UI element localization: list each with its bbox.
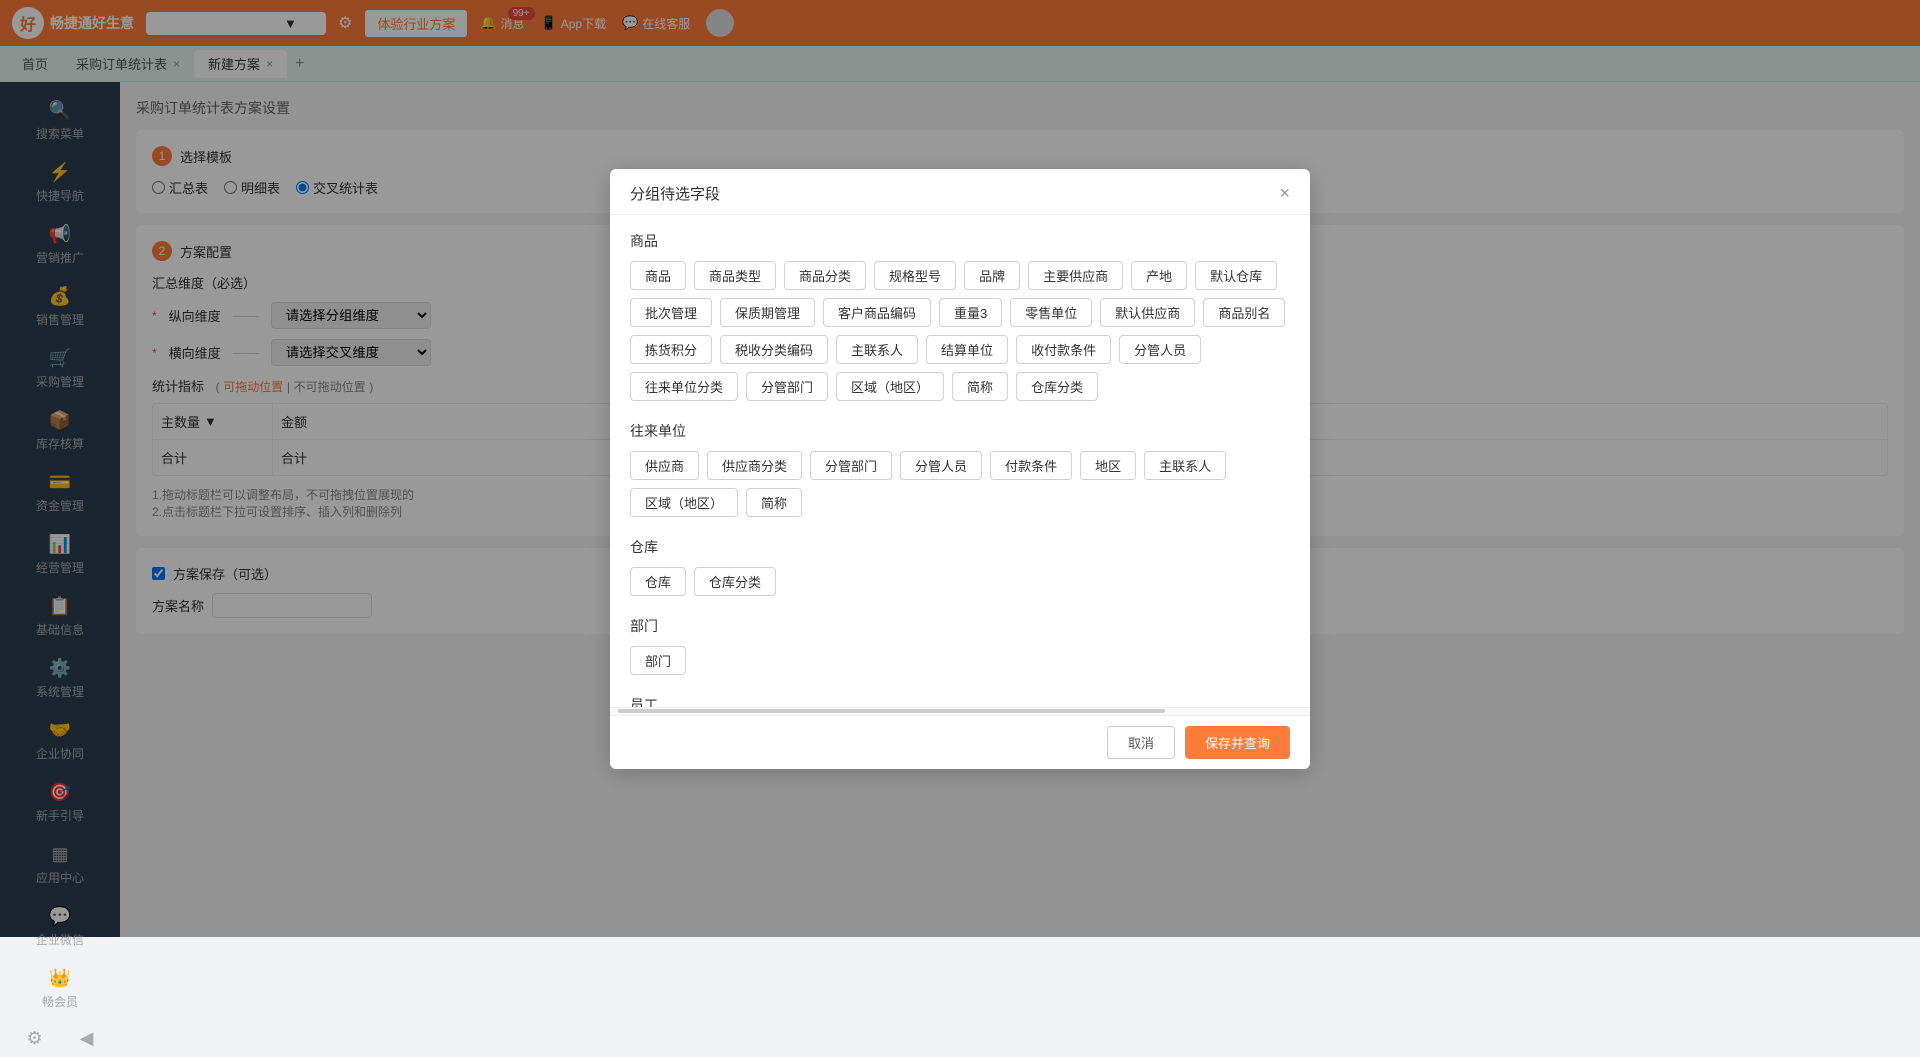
tag-goods-25[interactable]: 仓库分类 <box>1016 372 1098 401</box>
tag-goods-6[interactable]: 产地 <box>1131 261 1187 290</box>
sidebar-item-member-label: 畅会员 <box>42 993 78 1010</box>
sidebar-item-member[interactable]: 👑 畅会员 <box>0 958 120 1020</box>
field-tags-goods: 商品 商品类型 商品分类 规格型号 品牌 主要供应商 产地 默认仓库 批次管理 … <box>630 261 1290 401</box>
tag-goods-15[interactable]: 拣货积分 <box>630 335 712 364</box>
tag-goods-14[interactable]: 商品别名 <box>1203 298 1285 327</box>
tag-partner-4[interactable]: 付款条件 <box>990 451 1072 480</box>
tag-goods-22[interactable]: 分管部门 <box>746 372 828 401</box>
confirm-button[interactable]: 保存并查询 <box>1185 726 1290 759</box>
field-group-warehouse: 仓库 仓库 仓库分类 <box>630 537 1290 596</box>
modal-overlay: 分组待选字段 × 商品 商品 商品类型 商品分类 规格型号 品牌 主要供应商 产… <box>0 0 1920 937</box>
modal-title: 分组待选字段 <box>630 183 720 204</box>
tag-goods-5[interactable]: 主要供应商 <box>1028 261 1123 290</box>
modal-body: 商品 商品 商品类型 商品分类 规格型号 品牌 主要供应商 产地 默认仓库 批次… <box>610 215 1310 707</box>
cancel-button[interactable]: 取消 <box>1107 726 1175 759</box>
tag-goods-21[interactable]: 往来单位分类 <box>630 372 738 401</box>
tag-partner-5[interactable]: 地区 <box>1080 451 1136 480</box>
field-group-employee-title: 员工 <box>630 695 1290 707</box>
collapse-icon[interactable]: ◀ <box>80 1028 94 1049</box>
modal-header: 分组待选字段 × <box>610 169 1310 215</box>
tag-partner-1[interactable]: 供应商分类 <box>707 451 802 480</box>
field-group-partner-title: 往来单位 <box>630 421 1290 441</box>
tag-partner-6[interactable]: 主联系人 <box>1144 451 1226 480</box>
tag-goods-0[interactable]: 商品 <box>630 261 686 290</box>
tag-goods-13[interactable]: 默认供应商 <box>1100 298 1195 327</box>
tag-goods-12[interactable]: 零售单位 <box>1010 298 1092 327</box>
field-group-warehouse-title: 仓库 <box>630 537 1290 557</box>
field-select-modal: 分组待选字段 × 商品 商品 商品类型 商品分类 规格型号 品牌 主要供应商 产… <box>610 169 1310 769</box>
member-icon: 👑 <box>49 968 71 989</box>
tag-partner-7[interactable]: 区域（地区） <box>630 488 738 517</box>
field-group-goods: 商品 商品 商品类型 商品分类 规格型号 品牌 主要供应商 产地 默认仓库 批次… <box>630 231 1290 401</box>
tag-goods-17[interactable]: 主联系人 <box>836 335 918 364</box>
tag-goods-18[interactable]: 结算单位 <box>926 335 1008 364</box>
tag-goods-7[interactable]: 默认仓库 <box>1195 261 1277 290</box>
tag-goods-10[interactable]: 客户商品编码 <box>823 298 931 327</box>
tag-goods-19[interactable]: 收付款条件 <box>1016 335 1111 364</box>
field-tags-partner: 供应商 供应商分类 分管部门 分管人员 付款条件 地区 主联系人 区域（地区） … <box>630 451 1290 517</box>
tag-goods-20[interactable]: 分管人员 <box>1119 335 1201 364</box>
tag-goods-11[interactable]: 重量3 <box>939 298 1002 327</box>
field-tags-dept: 部门 <box>630 646 1290 675</box>
field-group-dept-title: 部门 <box>630 616 1290 636</box>
field-group-employee: 员工 业务员 <box>630 695 1290 707</box>
sidebar-bottom: ⚙ ◀ <box>0 1020 120 1057</box>
tag-partner-3[interactable]: 分管人员 <box>900 451 982 480</box>
field-group-dept: 部门 部门 <box>630 616 1290 675</box>
tag-goods-16[interactable]: 税收分类编码 <box>720 335 828 364</box>
tag-goods-24[interactable]: 简称 <box>952 372 1008 401</box>
modal-scrollbar-h[interactable] <box>610 707 1310 715</box>
field-group-goods-title: 商品 <box>630 231 1290 251</box>
tag-goods-4[interactable]: 品牌 <box>964 261 1020 290</box>
modal-close-button[interactable]: × <box>1279 183 1290 204</box>
tag-goods-9[interactable]: 保质期管理 <box>720 298 815 327</box>
h-scrollbar-thumb <box>618 709 1165 713</box>
modal-footer: 取消 保存并查询 <box>610 715 1310 769</box>
tag-goods-2[interactable]: 商品分类 <box>784 261 866 290</box>
tag-goods-8[interactable]: 批次管理 <box>630 298 712 327</box>
tag-dept-0[interactable]: 部门 <box>630 646 686 675</box>
field-tags-warehouse: 仓库 仓库分类 <box>630 567 1290 596</box>
tag-partner-0[interactable]: 供应商 <box>630 451 699 480</box>
tag-warehouse-0[interactable]: 仓库 <box>630 567 686 596</box>
tag-goods-23[interactable]: 区域（地区） <box>836 372 944 401</box>
field-group-partner: 往来单位 供应商 供应商分类 分管部门 分管人员 付款条件 地区 主联系人 区域… <box>630 421 1290 517</box>
tag-goods-1[interactable]: 商品类型 <box>694 261 776 290</box>
settings-bottom-icon[interactable]: ⚙ <box>27 1028 43 1049</box>
tag-partner-2[interactable]: 分管部门 <box>810 451 892 480</box>
tag-partner-8[interactable]: 简称 <box>746 488 802 517</box>
tag-warehouse-1[interactable]: 仓库分类 <box>694 567 776 596</box>
tag-goods-3[interactable]: 规格型号 <box>874 261 956 290</box>
